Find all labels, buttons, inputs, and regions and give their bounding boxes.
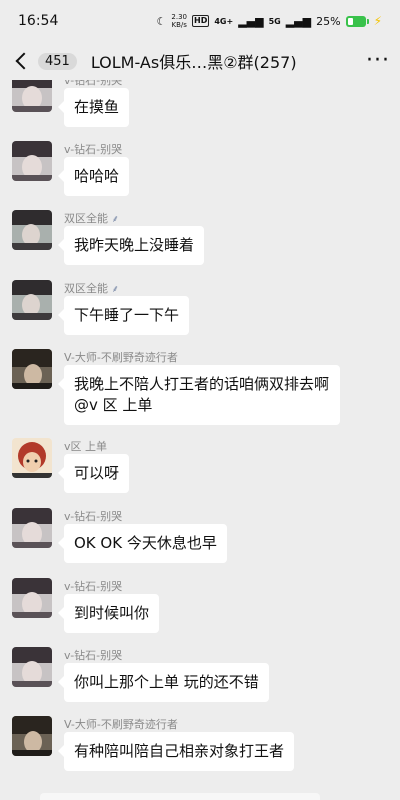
message-bubble[interactable]: 下午睡了一下午 (57, 296, 190, 335)
sender-name: v-钻石-别哭 (64, 580, 123, 593)
battery-icon (345, 15, 369, 27)
message-text: 我晚上不陪人打王者的话咱俩双排去啊@v 区 上单 (74, 375, 330, 414)
status-time: 16:54 (18, 13, 59, 29)
message-text: 可以呀 (74, 464, 120, 482)
message-text: 我昨天晚上没睡着 (74, 236, 195, 254)
signal-bars-icon-2: ▂▄▆ (285, 14, 312, 28)
message-list[interactable]: v-钻石-别哭 在摸鱼 v-钻石-别哭 哈哈哈 双区全能 ⸙ 我昨天晚上没睡着 … (0, 80, 400, 800)
input-bar-edge (40, 793, 320, 800)
charging-icon: ⚡ (373, 14, 382, 28)
message-bubble[interactable]: 到时候叫你 (57, 594, 160, 633)
sender-name-text: 双区全能 (64, 282, 108, 295)
more-options-icon[interactable]: ··· (366, 50, 390, 72)
message-text: 下午睡了一下午 (74, 306, 180, 324)
hd-icon: HD (192, 15, 210, 27)
message-text: 哈哈哈 (74, 167, 120, 185)
status-icons: ☾ 2.30 KB/s HD 4G+ ▂▄▆ 5G ▂▄▆ 25% ⚡ (157, 13, 382, 29)
message-bubble[interactable]: 你叫上那个上单 玩的还不错 (58, 663, 269, 702)
signal-4g-label: 4G+ (214, 16, 234, 26)
signal-5g-label: 5G (268, 16, 281, 26)
message-bubble[interactable]: 我昨天晚上没睡着 (57, 226, 205, 265)
unread-count-badge[interactable]: 451 (38, 52, 77, 70)
sender-name: v-钻石-别哭 (64, 143, 123, 156)
message-text: 到时候叫你 (74, 604, 150, 622)
battery-percent: 25% (316, 14, 341, 28)
sender-name: v区 上单 (64, 440, 108, 453)
avatar[interactable] (12, 80, 52, 112)
message-bubble[interactable]: 有种陪叫陪自己相亲对象打王者 (57, 732, 295, 771)
pin-icon: ⸙ (111, 284, 120, 295)
status-bar: 16:54 ☾ 2.30 KB/s HD 4G+ ▂▄▆ 5G ▂▄▆ 25% … (0, 0, 400, 42)
signal-bars-icon: ▂▄▆ (238, 14, 264, 28)
message-text: 你叫上那个上单 玩的还不错 (74, 673, 259, 691)
avatar[interactable] (12, 716, 52, 756)
avatar[interactable] (12, 141, 52, 181)
network-speed-unit: KB/s (171, 21, 187, 29)
chat-header: 451 LOLM-As俱乐…黑②群(257) ··· (0, 42, 400, 80)
sender-name-text: 双区全能 (64, 212, 108, 225)
sender-name: v-钻石-别哭 (64, 80, 123, 87)
avatar[interactable] (12, 210, 52, 250)
network-speed: 2.30 KB/s (171, 13, 187, 29)
sender-name: v-钻石-别哭 (64, 649, 123, 662)
sender-name: v-钻石-别哭 (64, 510, 123, 523)
chat-title: LOLM-As俱乐…黑②群(257) (90, 53, 297, 72)
avatar[interactable] (12, 508, 52, 548)
avatar[interactable] (12, 438, 52, 478)
avatar[interactable] (12, 647, 52, 687)
sender-name: V-大师-不刷野奇迹行者 (64, 351, 178, 364)
moon-icon: ☾ (156, 14, 167, 28)
message-text: 有种陪叫陪自己相亲对象打王者 (74, 742, 285, 760)
message-text: OK OK 今天休息也早 (74, 534, 217, 552)
message-bubble[interactable]: OK OK 今天休息也早 (58, 524, 227, 563)
sender-name: 双区全能 ⸙ (64, 210, 119, 226)
avatar[interactable] (12, 578, 52, 618)
message-bubble[interactable]: 在摸鱼 (57, 88, 130, 127)
avatar[interactable] (12, 349, 52, 389)
avatar[interactable] (12, 280, 52, 320)
pin-icon: ⸙ (111, 214, 120, 225)
back-arrow-icon[interactable] (15, 52, 33, 70)
network-speed-value: 2.30 (171, 13, 187, 21)
message-bubble[interactable]: 我晚上不陪人打王者的话咱俩双排去啊@v 区 上单 (58, 365, 340, 425)
message-bubble[interactable]: 哈哈哈 (57, 157, 130, 196)
sender-name: 双区全能 ⸙ (64, 280, 119, 296)
message-bubble[interactable]: 可以呀 (57, 454, 130, 493)
sender-name: V-大师-不刷野奇迹行者 (64, 718, 178, 731)
message-text: 在摸鱼 (74, 98, 120, 116)
